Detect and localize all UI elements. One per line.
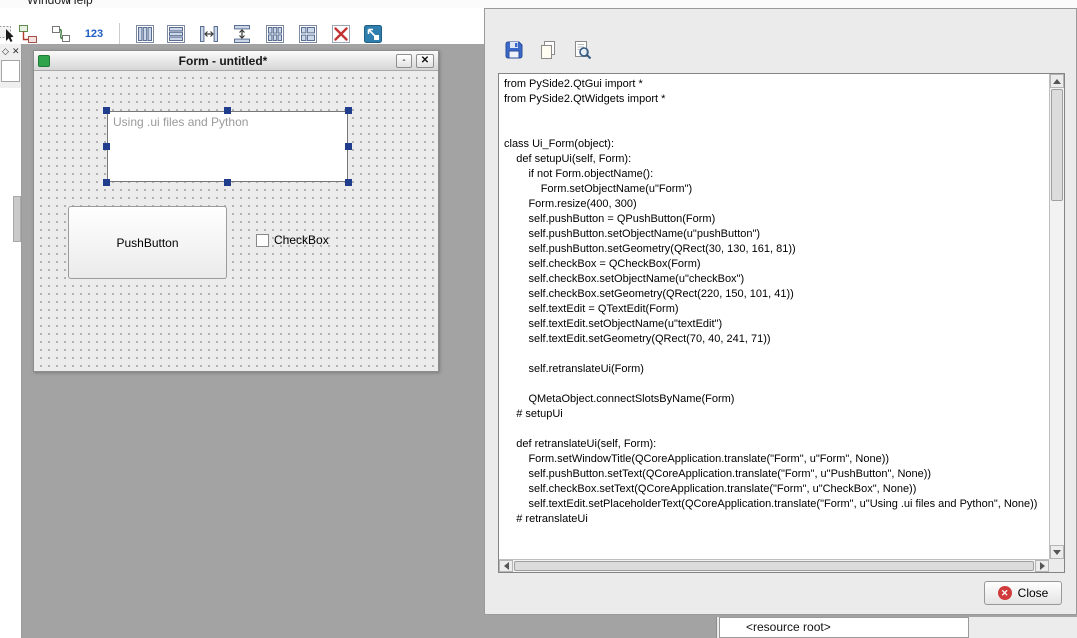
textedit-widget[interactable]: Using .ui files and Python <box>107 111 348 182</box>
widget-filter-input[interactable] <box>1 60 20 82</box>
checkbox-indicator[interactable] <box>256 234 269 247</box>
widget-box-list[interactable] <box>0 88 21 638</box>
vertical-scrollbar-thumb[interactable] <box>1051 89 1063 201</box>
code-preview-dialog: from PySide2.QtGui import * from PySide2… <box>484 8 1077 615</box>
layout-grid-icon <box>264 23 286 45</box>
dialog-toolbar <box>501 37 595 63</box>
vertical-scrollbar[interactable] <box>1049 74 1064 559</box>
window-close-button[interactable]: ✕ <box>416 54 434 68</box>
selection-handle-w[interactable] <box>103 143 110 150</box>
scroll-down-arrow[interactable] <box>1050 545 1064 559</box>
close-circle-icon: ✕ <box>998 586 1012 600</box>
pushbutton-widget[interactable]: PushButton <box>68 206 227 279</box>
form-window-title: Form - untitled* <box>54 54 392 68</box>
minimize-button[interactable]: - <box>396 54 412 68</box>
selection-handle-nw[interactable] <box>103 107 110 114</box>
find-icon <box>571 39 593 61</box>
edit-tab-order-icon: 123 <box>83 23 105 45</box>
save-button[interactable] <box>501 37 527 63</box>
scroll-right-arrow[interactable] <box>1035 560 1049 572</box>
qt-designer-app: Window Help 123 <box>0 0 1077 638</box>
menubar: Window Help <box>0 0 1077 8</box>
checkbox-widget[interactable]: CheckBox <box>256 233 329 247</box>
dialog-close-button[interactable]: ✕ Close <box>984 581 1062 605</box>
resource-tree[interactable]: <resource root> <box>719 617 969 638</box>
selection-handle-n[interactable] <box>224 107 231 114</box>
selection-handle-sw[interactable] <box>103 179 110 186</box>
checkbox-label: CheckBox <box>274 233 329 247</box>
widget-box-dock: ◇ ✕ <box>0 44 22 638</box>
copy-button[interactable] <box>535 37 561 63</box>
form-editor-window: Form - untitled* - ✕ Using .ui files and… <box>33 50 439 372</box>
adjust-size-icon <box>362 23 384 45</box>
layout-form-icon <box>297 23 319 45</box>
dock-scrollbar-thumb[interactable] <box>13 196 21 242</box>
selection-handle-s[interactable] <box>224 179 231 186</box>
splitter-horizontal-icon <box>198 23 220 45</box>
edit-buddies-icon <box>50 23 72 45</box>
break-layout-icon <box>330 23 352 45</box>
resource-root-item[interactable]: <resource root> <box>746 620 831 634</box>
dock-close-button[interactable]: ✕ <box>12 46 20 56</box>
form-canvas[interactable]: Using .ui files and Python PushButton Ch… <box>34 71 438 371</box>
code-text[interactable]: from PySide2.QtGui import * from PySide2… <box>499 74 1049 559</box>
save-icon <box>503 39 525 61</box>
scroll-left-arrow[interactable] <box>499 560 513 572</box>
textedit-placeholder: Using .ui files and Python <box>113 115 248 129</box>
form-window-titlebar[interactable]: Form - untitled* - ✕ <box>34 51 438 71</box>
dock-float-button[interactable]: ◇ <box>2 46 9 56</box>
main-toolbar: 123 <box>0 8 484 44</box>
copy-icon <box>537 39 559 61</box>
edit-signals-slots-icon <box>17 23 39 45</box>
selection-handle-e[interactable] <box>345 143 352 150</box>
layout-horizontal-icon <box>134 23 156 45</box>
horizontal-scrollbar-thumb[interactable] <box>514 561 1034 571</box>
textedit-field[interactable]: Using .ui files and Python <box>107 111 348 182</box>
scrollbar-corner <box>1049 559 1064 572</box>
find-button[interactable] <box>569 37 595 63</box>
code-view[interactable]: from PySide2.QtGui import * from PySide2… <box>498 73 1065 573</box>
resource-browser-dock: <resource root> <box>716 617 1077 638</box>
layout-vertical-icon <box>165 23 187 45</box>
selection-handle-ne[interactable] <box>345 107 352 114</box>
close-button-label: Close <box>1018 586 1049 600</box>
scroll-up-arrow[interactable] <box>1050 74 1064 88</box>
menu-window[interactable]: Window <box>27 0 70 7</box>
designer-form-icon <box>38 55 50 67</box>
horizontal-scrollbar[interactable] <box>499 559 1049 572</box>
selection-handle-se[interactable] <box>345 179 352 186</box>
menu-help[interactable]: Help <box>68 0 93 7</box>
toolbar-separator <box>119 23 120 45</box>
splitter-vertical-icon <box>231 23 253 45</box>
